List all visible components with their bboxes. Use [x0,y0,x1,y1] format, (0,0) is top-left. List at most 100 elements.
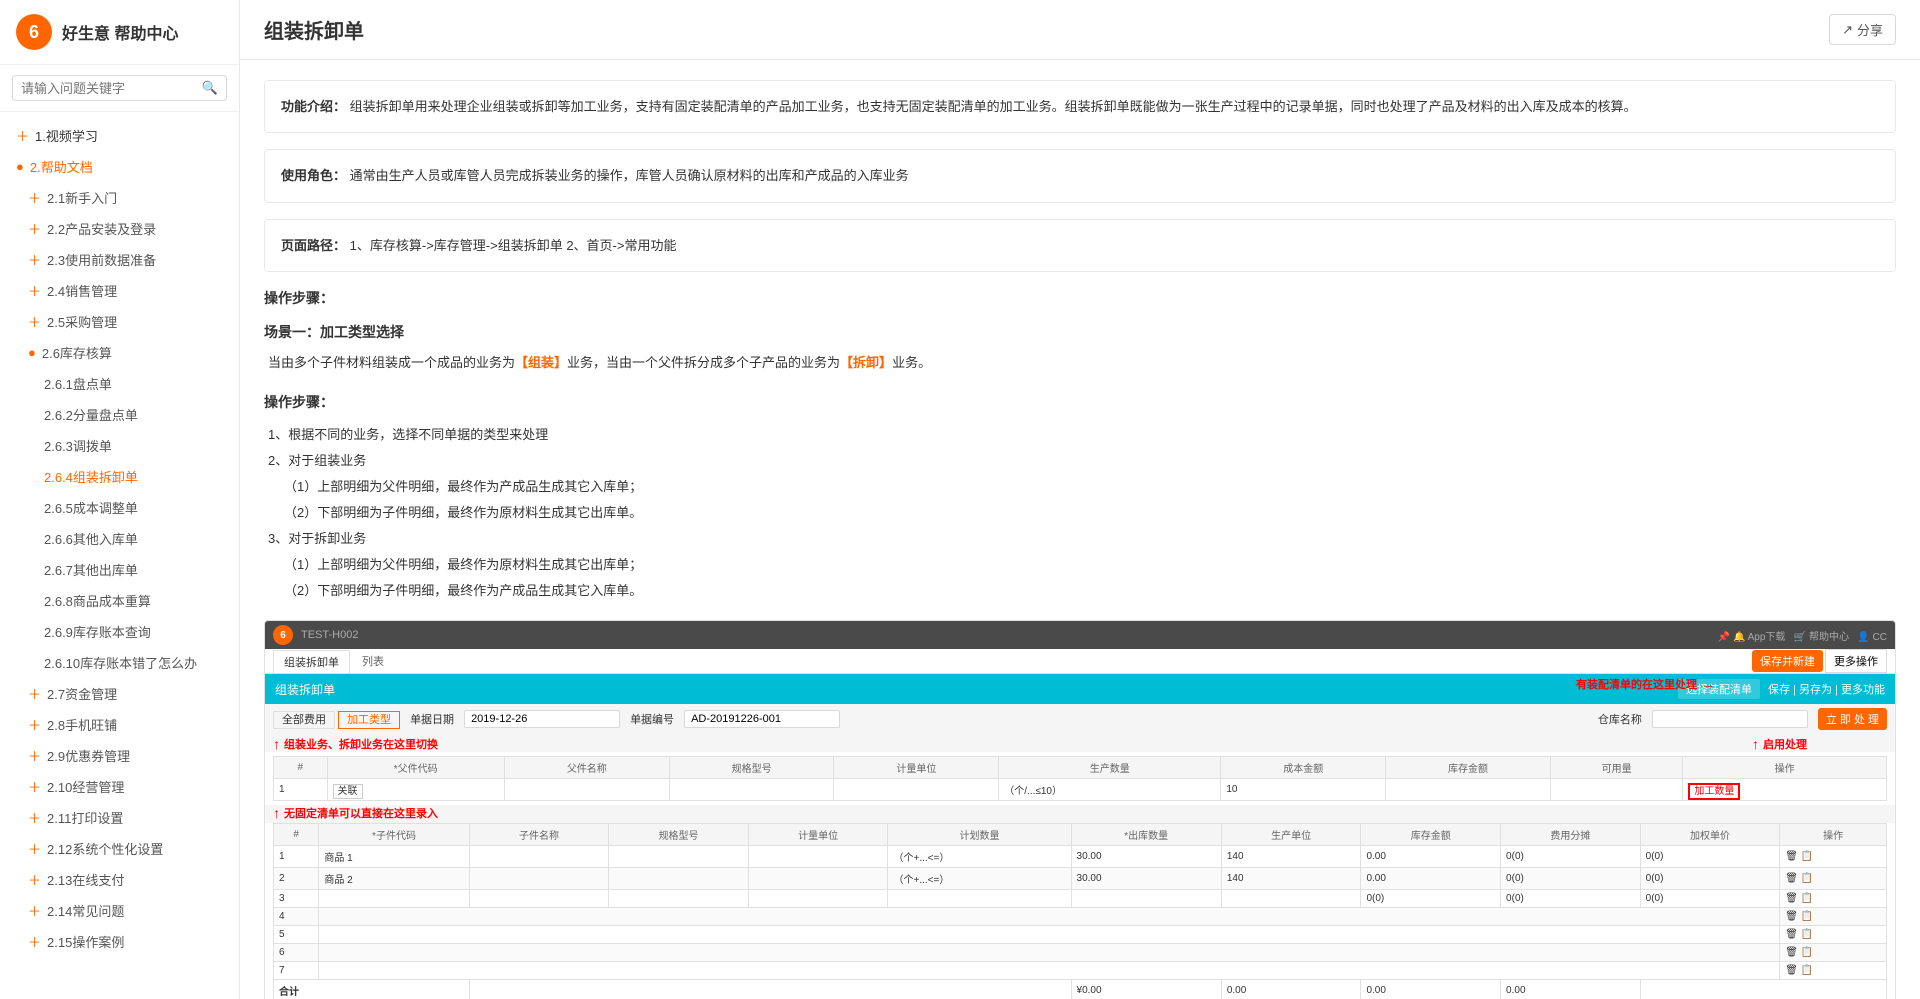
sidebar-item-2-10[interactable]: ＋ 2.10经营管理 [0,771,239,802]
table-row: 1 关联 （个/...≤10） 10 加工数量 [274,779,1887,801]
sidebar-label-2-13: 2.13在线支付 [47,870,124,889]
table-row: 5 🗑 📋 [274,926,1887,944]
sidebar-item-2-1[interactable]: ＋ 2.1新手入门 [0,182,239,213]
sidebar-label-2-6-10: 2.6.10库存账本错了怎么办 [44,653,197,672]
fake-tab-list[interactable]: 列表 [352,650,394,672]
share-button[interactable]: ↗ 分享 [1829,14,1896,45]
sidebar-item-2-6-3[interactable]: 2.6.3调拨单 [0,430,239,461]
sidebar-item-2-6-2[interactable]: 2.6.2分量盘点单 [0,399,239,430]
path-block: 页面路径： 1、库存核算->库存管理->组装拆卸单 2、首页->常用功能 [264,219,1896,272]
fake-btn-save[interactable]: 保存并新建 [1752,650,1823,672]
sidebar-item-2-6-7[interactable]: 2.6.7其他出库单 [0,554,239,585]
annotation1-wrap: 有装配清单的在这里处理 → [1576,676,1715,692]
sidebar-item-2-2[interactable]: ＋ 2.2产品安装及登录 [0,213,239,244]
expand-icon-1: ＋ [16,126,29,145]
sidebar-label-2-6-1: 2.6.1盘点单 [44,374,112,393]
sidebar-item-2-11[interactable]: ＋ 2.11打印设置 [0,802,239,833]
th2-child-code: *子件代码 [319,824,469,846]
sidebar-label-2-6-9: 2.6.9库存账本查询 [44,622,151,641]
sidebar-item-2-8[interactable]: ＋ 2.8手机旺铺 [0,709,239,740]
sidebar-item-2-3[interactable]: ＋ 2.3使用前数据准备 [0,244,239,275]
td-red-input[interactable]: 加工数量 [1688,783,1740,800]
th2-unit: 计量单位 [748,824,888,846]
sidebar-item-2-6-10[interactable]: 2.6.10库存账本错了怎么办 [0,647,239,678]
step-2-1: （1）上部明细为父件明细，最终作为产成品生成其它入库单； [264,474,1896,500]
search-wrap[interactable]: 🔍 [12,75,227,101]
sidebar-item-2-12[interactable]: ＋ 2.12系统个性化设置 [0,833,239,864]
sidebar-label-2-6-7: 2.6.7其他出库单 [44,560,138,579]
sidebar-item-2-13[interactable]: ＋ 2.13在线支付 [0,864,239,895]
nav-tree: ＋ 1.视频学习 ● 2.帮助文档 ＋ 2.1新手入门 ＋ 2.2产品安装及登录… [0,112,239,999]
sidebar-item-2-5[interactable]: ＋ 2.5采购管理 [0,306,239,337]
expand-icon-2-1: ＋ [28,188,41,207]
table-row: 2 商品 2 （个+...<=） 30.00 140 0.00 0(0) [274,868,1887,890]
fake-date-input[interactable] [464,710,620,728]
sidebar-item-2-15[interactable]: ＋ 2.15操作案例 [0,926,239,957]
sidebar-item-2-14[interactable]: ＋ 2.14常见问题 [0,895,239,926]
scenario1-desc: 当由多个子件材料组装成一个成品的业务为【组装】业务，当由一个父件拆分成多个子产品… [264,350,1896,376]
sidebar-item-2-6[interactable]: ● 2.6库存核算 [0,337,239,368]
fake-table2-wrap: # *子件代码 子件名称 规格型号 计量单位 计划数量 *出库数量 生产单位 库… [265,823,1895,999]
td-code-input[interactable]: 关联 [333,784,363,799]
th-parent-name: 父件名称 [504,757,669,779]
sidebar-item-2-6-5[interactable]: 2.6.5成本调整单 [0,492,239,523]
sidebar-label-1: 1.视频学习 [35,126,98,145]
fake-date-label: 单据日期 [410,711,454,727]
th2-child-name: 子件名称 [469,824,609,846]
fake-confirm-btn[interactable]: 立 即 处 理 [1818,708,1887,730]
annotation4-wrap: ↑ 无固定清单可以直接在这里录入 [265,805,1895,823]
fake-code-label: 单据编号 [630,711,674,727]
fake-code-input[interactable] [684,710,840,728]
th-spec: 规格型号 [669,757,834,779]
sidebar-item-2-7[interactable]: ＋ 2.7资金管理 [0,678,239,709]
fake-btn-other[interactable]: 更多操作 [1825,649,1887,673]
fake-tab-bar: 组装拆卸单 列表 保存并新建 更多操作 [265,649,1895,674]
sidebar-item-2-6-6[interactable]: 2.6.6其他入库单 [0,523,239,554]
sidebar-item-2-9[interactable]: ＋ 2.9优惠券管理 [0,740,239,771]
step-1: 1、根据不同的业务，选择不同单据的类型来处理 [264,422,1896,448]
sidebar-item-2[interactable]: ● 2.帮助文档 [0,151,239,182]
search-icon[interactable]: 🔍 [202,80,218,96]
fake-app: 6 TEST-H002 📌 🔔 App下载 🛒 帮助中心 👤 CC 组装拆卸单 … [265,621,1895,999]
fake-warehouse-input[interactable] [1652,710,1808,728]
fake-form-row1: 全部费用 加工类型 单据日期 单据编号 仓库名称 立 即 处 理 [265,704,1895,734]
th-no: # [274,757,328,779]
role-text: 通常由生产人员或库管人员完成拆装业务的操作，库管人员确认原材料的出库和产成品的入… [350,168,909,183]
expand-icon-2-15: ＋ [28,932,41,951]
th2-unit2: 生产单位 [1221,824,1361,846]
logo-icon: 6 [16,14,52,50]
sidebar-item-2-6-4[interactable]: 2.6.4组装拆卸单 [0,461,239,492]
fake-tab-type-active[interactable]: 加工类型 [338,711,400,729]
sidebar-item-2-6-1[interactable]: 2.6.1盘点单 [0,368,239,399]
ops-title: 操作步骤： [264,288,1896,308]
intro-label: 功能介绍： [281,99,346,114]
th-action-col: 操作 [1683,757,1887,779]
annotation1-text: 有装配清单的在这里处理 [1576,676,1697,692]
logo-bar: 6 好生意 帮助中心 [0,0,239,65]
expand-icon-2-2: ＋ [28,219,41,238]
expand-icon-2-3: ＋ [28,250,41,269]
fake-warehouse-label: 仓库名称 [1598,711,1642,727]
table-row: 4 🗑 📋 [274,908,1887,926]
sidebar-label-2-6-8: 2.6.8商品成本重算 [44,591,151,610]
sidebar-label-2-1: 2.1新手入门 [47,188,117,207]
sidebar-item-2-6-8[interactable]: 2.6.8商品成本重算 [0,585,239,616]
fake-save-action[interactable]: 保存 | 另存为 | 更多功能 [1768,681,1885,697]
role-block: 使用角色： 通常由生产人员或库管人员完成拆装业务的操作，库管人员确认原材料的出库… [264,149,1896,202]
table-row: 7 🗑 📋 [274,962,1887,980]
expand-icon-2-14: ＋ [28,901,41,920]
logo-text: 好生意 帮助中心 [62,20,178,44]
intro-text: 组装拆卸单用来处理企业组装或拆卸等加工业务，支持有固定装配清单的产品加工业务，也… [350,99,1637,114]
sidebar-label-2-6-2: 2.6.2分量盘点单 [44,405,138,424]
search-input[interactable] [21,81,202,96]
th2-spec: 规格型号 [609,824,749,846]
sidebar-label-2-6-4: 2.6.4组装拆卸单 [44,467,138,486]
fake-tab-type-all[interactable]: 全部费用 [273,711,335,729]
expand-icon-2-7: ＋ [28,684,41,703]
sidebar-item-2-6-9[interactable]: 2.6.9库存账本查询 [0,616,239,647]
annotation3-arrow: ↑ [1752,736,1759,752]
sidebar-item-1[interactable]: ＋ 1.视频学习 [0,120,239,151]
sidebar-item-2-4[interactable]: ＋ 2.4销售管理 [0,275,239,306]
fake-tab-new[interactable]: 组装拆卸单 [273,650,350,673]
annotation4-arrow: ↑ [273,805,280,821]
